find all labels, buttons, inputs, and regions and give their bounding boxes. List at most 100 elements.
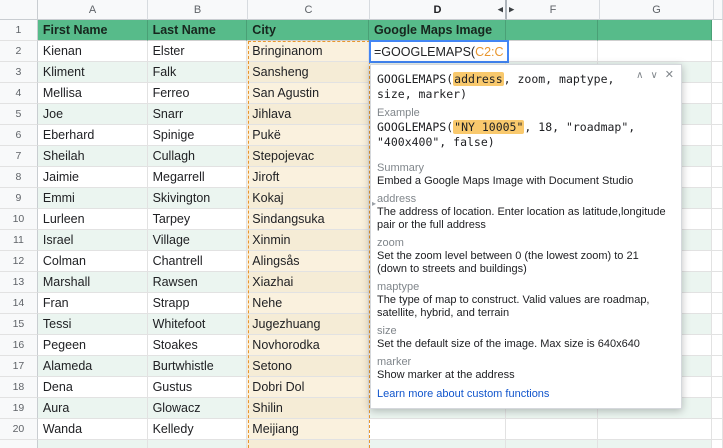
cell-city[interactable]: Dobri Dol <box>247 377 369 398</box>
row-header[interactable]: 11 <box>0 230 38 251</box>
cell-last-name[interactable]: Cullagh <box>147 146 248 167</box>
cell-last-name[interactable]: Strapp <box>147 293 248 314</box>
row-header[interactable]: 12 <box>0 251 38 272</box>
row-header[interactable]: 10 <box>0 209 38 230</box>
cell-first-name[interactable]: Joe <box>37 104 148 125</box>
cell-g1[interactable] <box>598 20 712 41</box>
row-header[interactable]: 16 <box>0 335 38 356</box>
cell-f[interactable] <box>505 419 599 440</box>
cell-first-name[interactable]: Lurleen <box>37 209 148 230</box>
column-header-f[interactable]: ▶ F <box>507 0 600 20</box>
cell-last-name[interactable]: Snarr <box>147 104 248 125</box>
cell[interactable] <box>505 440 599 448</box>
cell-city[interactable]: Alingsås <box>247 251 369 272</box>
learn-more-link[interactable]: Learn more about custom functions <box>377 388 671 400</box>
cell-d1-google-maps-image[interactable]: Google Maps Image <box>368 20 506 41</box>
row-header[interactable]: 3 <box>0 62 38 83</box>
row-header[interactable]: 6 <box>0 125 38 146</box>
column-header-b[interactable]: B <box>148 0 248 20</box>
cell-first-name[interactable]: Tessi <box>37 314 148 335</box>
cell-city[interactable]: Shilin <box>247 398 369 419</box>
cell-last-name[interactable]: Megarrell <box>147 167 248 188</box>
cell-first-name[interactable]: Marshall <box>37 272 148 293</box>
collapse-down-icon[interactable]: ∨ <box>650 70 657 81</box>
cell-city[interactable]: Nehe <box>247 293 369 314</box>
cell-last-name[interactable]: Spinige <box>147 125 248 146</box>
cell-first-name[interactable]: Pegeen <box>37 335 148 356</box>
row-header[interactable]: 4 <box>0 83 38 104</box>
cell-first-name[interactable]: Jaimie <box>37 167 148 188</box>
cell[interactable] <box>247 440 369 448</box>
cell-first-name[interactable]: Alameda <box>37 356 148 377</box>
cell-city[interactable]: Sindangsuka <box>247 209 369 230</box>
row-header[interactable]: 20 <box>0 419 38 440</box>
cell[interactable] <box>37 440 148 448</box>
cell-city[interactable]: Jihlava <box>247 104 369 125</box>
row-header[interactable]: 8 <box>0 167 38 188</box>
cell-last-name[interactable]: Falk <box>147 62 248 83</box>
row-header[interactable]: 18 <box>0 377 38 398</box>
cell-maps-image[interactable] <box>368 419 506 440</box>
cell-first-name[interactable]: Aura <box>37 398 148 419</box>
row-header[interactable]: 2 <box>0 41 38 62</box>
row-header[interactable]: 19 <box>0 398 38 419</box>
cell-first-name[interactable]: Emmi <box>37 188 148 209</box>
collapse-up-icon[interactable]: ∧ <box>636 70 643 81</box>
row-header[interactable]: 14 <box>0 293 38 314</box>
cell-first-name[interactable]: Kienan <box>37 41 148 62</box>
column-header-c[interactable]: C <box>248 0 370 20</box>
cell-f[interactable] <box>505 41 599 62</box>
row-header[interactable] <box>0 440 38 448</box>
row-header[interactable]: 13 <box>0 272 38 293</box>
row-header[interactable]: 7 <box>0 146 38 167</box>
cell-last-name[interactable]: Whitefoot <box>147 314 248 335</box>
cell-last-name[interactable]: Tarpey <box>147 209 248 230</box>
active-cell-d2[interactable]: =GOOGLEMAPS(C2:C <box>369 40 509 63</box>
hidden-column-unhide-right-icon[interactable]: ▶ <box>509 6 514 13</box>
cell-city[interactable]: Xiazhai <box>247 272 369 293</box>
cell-last-name[interactable]: Stoakes <box>147 335 248 356</box>
cell-first-name[interactable]: Dena <box>37 377 148 398</box>
cell-first-name[interactable]: Sheilah <box>37 146 148 167</box>
row-header[interactable]: 9 <box>0 188 38 209</box>
cell-f1[interactable] <box>505 20 599 41</box>
cell-last-name[interactable]: Rawsen <box>147 272 248 293</box>
cell[interactable] <box>147 440 248 448</box>
cell[interactable] <box>368 440 506 448</box>
cell-g[interactable] <box>598 419 712 440</box>
cell-city[interactable]: Kokaj <box>247 188 369 209</box>
cell-city[interactable]: Jugezhuang <box>247 314 369 335</box>
cell-last-name[interactable]: Gustus <box>147 377 248 398</box>
cell-c1-city[interactable]: City <box>247 20 369 41</box>
cell-city[interactable]: San Agustin <box>247 83 369 104</box>
column-header-a[interactable]: A <box>38 0 148 20</box>
close-icon[interactable]: ✕ <box>665 70 674 81</box>
cell-first-name[interactable]: Israel <box>37 230 148 251</box>
cell-last-name[interactable]: Kelledy <box>147 419 248 440</box>
cell-first-name[interactable]: Colman <box>37 251 148 272</box>
row-header[interactable]: 15 <box>0 314 38 335</box>
cell-last-name[interactable]: Glowacz <box>147 398 248 419</box>
cell[interactable] <box>598 440 712 448</box>
cell-city[interactable]: Jiroft <box>247 167 369 188</box>
cell-last-name[interactable]: Elster <box>147 41 248 62</box>
cell-city[interactable]: Sansheng <box>247 62 369 83</box>
column-header-partial[interactable] <box>714 0 723 20</box>
cell-first-name[interactable]: Mellisa <box>37 83 148 104</box>
select-all-corner[interactable] <box>0 0 38 20</box>
cell-last-name[interactable]: Burtwhistle <box>147 356 248 377</box>
cell-city[interactable]: Pukë <box>247 125 369 146</box>
row-header[interactable]: 5 <box>0 104 38 125</box>
cell-city[interactable]: Setono <box>247 356 369 377</box>
cell-last-name[interactable]: Chantrell <box>147 251 248 272</box>
cell-city[interactable]: Bringinanom <box>247 41 369 62</box>
column-header-d[interactable]: D ◀ <box>370 0 507 20</box>
cell-last-name[interactable]: Ferreo <box>147 83 248 104</box>
cell-a1-first-name[interactable]: First Name <box>37 20 148 41</box>
hidden-column-unhide-left-icon[interactable]: ◀ <box>498 6 503 13</box>
row-header-1[interactable]: 1 <box>0 20 38 41</box>
cell-last-name[interactable]: Skivington <box>147 188 248 209</box>
cell-city[interactable]: Novhorodka <box>247 335 369 356</box>
cell-first-name[interactable]: Wanda <box>37 419 148 440</box>
row-header[interactable]: 17 <box>0 356 38 377</box>
